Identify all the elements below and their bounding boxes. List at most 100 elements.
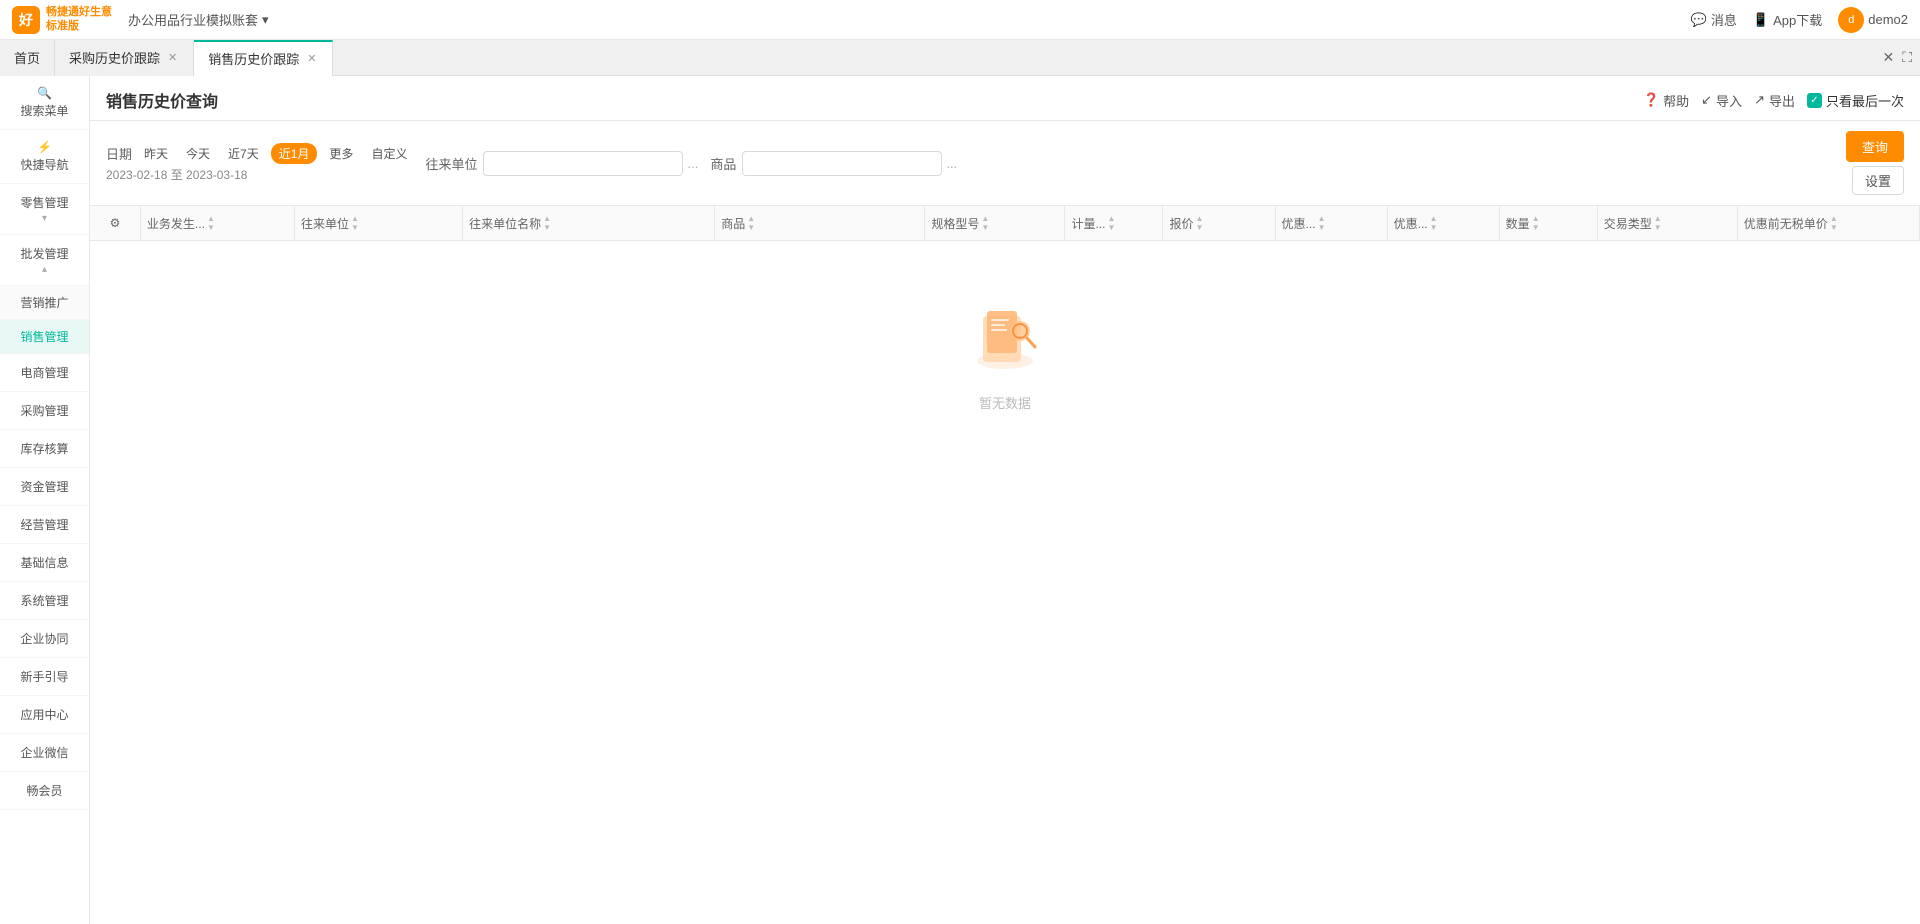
sidebar-item-sales-mgmt[interactable]: 销售管理	[0, 320, 89, 354]
tab-purchase-history[interactable]: 采购历史价跟踪 ✕	[55, 40, 194, 76]
date-btn-1month[interactable]: 近1月	[271, 143, 318, 164]
app-download-button[interactable]: 📱 App下载	[1753, 10, 1822, 29]
tab-home[interactable]: 首页	[0, 40, 55, 76]
help-button[interactable]: ❓ 帮助	[1643, 91, 1689, 110]
col-discount2[interactable]: 优惠... ▲▼	[1387, 206, 1499, 241]
sidebar-item-wechat[interactable]: 企业微信	[0, 734, 89, 772]
col-goods[interactable]: 商品 ▲▼	[715, 206, 925, 241]
fullscreen-icon[interactable]: ⛶	[1902, 49, 1912, 66]
only-last-checkbox[interactable]: ✓ 只看最后一次	[1807, 91, 1904, 110]
close-all-icon[interactable]: ✕	[1882, 49, 1894, 66]
col-qty[interactable]: 数量 ▲▼	[1499, 206, 1597, 241]
sidebar-item-finance[interactable]: 资金管理	[0, 468, 89, 506]
filter-date-area: 日期 昨天 今天 近7天 近1月 更多 自定义 2023-02-18 至 202…	[106, 143, 413, 183]
col-partner-code[interactable]: 往来单位 ▲▼	[295, 206, 463, 241]
sidebar-item-guide[interactable]: 新手引导	[0, 658, 89, 696]
tab-close-purchase[interactable]: ✕	[166, 49, 179, 66]
filter-right: 查询 设置	[1846, 131, 1904, 195]
col-pretax-price[interactable]: 优惠前无税单价 ▲▼	[1737, 206, 1919, 241]
sidebar-item-purchase[interactable]: 采购管理	[0, 392, 89, 430]
sidebar-item-wholesale[interactable]: 批发管理 ▴	[0, 235, 89, 286]
partner-input-area: ...	[483, 151, 698, 176]
col-price[interactable]: 报价 ▲▼	[1163, 206, 1275, 241]
goods-input[interactable]	[742, 151, 942, 176]
sort-arrows: ▲▼	[1654, 214, 1662, 232]
sidebar-item-ecommerce[interactable]: 电商管理	[0, 354, 89, 392]
sidebar-item-operations[interactable]: 经营管理	[0, 506, 89, 544]
help-icon: ❓	[1643, 92, 1659, 108]
col-discount1[interactable]: 优惠... ▲▼	[1275, 206, 1387, 241]
main-layout: 🔍 搜索菜单 ⚡ 快捷导航 零售管理 ▾ 批发管理 ▴ 营销推广 销售管理 电商…	[0, 76, 1920, 924]
goods-input-area: ...	[742, 151, 957, 176]
date-btn-custom[interactable]: 自定义	[365, 143, 413, 164]
tab-bar: 首页 采购历史价跟踪 ✕ 销售历史价跟踪 ✕ ✕ ⛶	[0, 40, 1920, 76]
sort-arrows: ▲▼	[207, 214, 215, 232]
top-bar-right: 💬 消息 📱 App下载 d demo2	[1691, 7, 1908, 33]
export-button[interactable]: ↗ 导出	[1754, 91, 1795, 110]
sidebar-item-search-menu[interactable]: 🔍 搜索菜单	[0, 76, 89, 130]
col-trade-type[interactable]: 交易类型 ▲▼	[1597, 206, 1737, 241]
col-partner-name[interactable]: 往来单位名称 ▲▼	[463, 206, 715, 241]
date-btn-today[interactable]: 今天	[180, 143, 216, 164]
top-bar: 好 畅捷通好生意 标准版 办公用品行业模拟账套 ▾ 💬 消息 📱 App下载 d…	[0, 0, 1920, 40]
avatar: d	[1838, 7, 1864, 33]
sort-arrows: ▲▼	[981, 214, 989, 232]
col-biz-date[interactable]: 业务发生... ▲▼	[140, 206, 294, 241]
logo-area: 好 畅捷通好生意 标准版	[12, 6, 112, 34]
sidebar-item-app-center[interactable]: 应用中心	[0, 696, 89, 734]
sort-arrows: ▲▼	[1532, 214, 1540, 232]
header-actions: ❓ 帮助 ↙ 导入 ↗ 导出 ✓ 只看最后一次	[1643, 91, 1904, 110]
page-title: 销售历史价查询	[106, 88, 218, 112]
checkbox-checked-icon: ✓	[1807, 93, 1822, 108]
chevron-up-icon: ▴	[42, 264, 47, 275]
logo-text: 畅捷通好生意 标准版	[46, 6, 112, 32]
goods-dots[interactable]: ...	[946, 156, 957, 171]
date-filter-group: 日期 昨天 今天 近7天 近1月 更多 自定义	[106, 143, 413, 164]
sidebar-item-quick-nav[interactable]: ⚡ 快捷导航	[0, 130, 89, 184]
empty-state: 暂无数据	[90, 241, 1920, 472]
message-button[interactable]: 💬 消息	[1691, 10, 1737, 29]
data-table: ⚙ 业务发生... ▲▼ 往来单位 ▲▼	[90, 206, 1920, 241]
tab-bar-right: ✕ ⛶	[1882, 49, 1920, 66]
user-menu[interactable]: d demo2	[1838, 7, 1908, 33]
message-icon: 💬	[1691, 12, 1707, 28]
top-bar-left: 好 畅捷通好生意 标准版 办公用品行业模拟账套 ▾	[12, 6, 277, 34]
sidebar-item-basic-info[interactable]: 基础信息	[0, 544, 89, 582]
chevron-down-icon: ▾	[42, 213, 47, 224]
search-icon: 🔍	[37, 86, 52, 100]
sort-arrows: ▲▼	[543, 214, 551, 232]
settings-button[interactable]: 设置	[1852, 166, 1904, 195]
chevron-down-icon: ▾	[262, 12, 269, 28]
page-header: 销售历史价查询 ❓ 帮助 ↙ 导入 ↗ 导出 ✓ 只看最后一次	[90, 76, 1920, 121]
sort-arrows: ▲▼	[1830, 214, 1838, 232]
sidebar: 🔍 搜索菜单 ⚡ 快捷导航 零售管理 ▾ 批发管理 ▴ 营销推广 销售管理 电商…	[0, 76, 90, 924]
sidebar-item-enterprise[interactable]: 企业协同	[0, 620, 89, 658]
sidebar-item-marketing[interactable]: 营销推广	[0, 286, 89, 320]
tab-sales-history[interactable]: 销售历史价跟踪 ✕	[194, 40, 333, 76]
goods-filter-group: 商品 ...	[710, 151, 957, 176]
col-gear[interactable]: ⚙	[90, 206, 140, 241]
import-button[interactable]: ↙ 导入	[1701, 91, 1742, 110]
sidebar-item-member[interactable]: 畅会员	[0, 772, 89, 810]
date-btn-more[interactable]: 更多	[323, 143, 359, 164]
gear-icon[interactable]: ⚙	[110, 216, 121, 230]
app-selector[interactable]: 办公用品行业模拟账套 ▾	[120, 10, 277, 29]
partner-input[interactable]	[483, 151, 683, 176]
query-button[interactable]: 查询	[1846, 131, 1904, 162]
partner-dots[interactable]: ...	[687, 156, 698, 171]
tab-close-sales[interactable]: ✕	[305, 50, 318, 67]
col-unit[interactable]: 计量... ▲▼	[1065, 206, 1163, 241]
import-icon: ↙	[1701, 92, 1712, 108]
partner-filter-group: 往来单位 ...	[425, 151, 698, 176]
sidebar-item-system[interactable]: 系统管理	[0, 582, 89, 620]
date-btn-7days[interactable]: 近7天	[222, 143, 265, 164]
date-btn-yesterday[interactable]: 昨天	[138, 143, 174, 164]
filter-bar: 日期 昨天 今天 近7天 近1月 更多 自定义 2023-02-18 至 202…	[90, 121, 1920, 206]
nav-icon: ⚡	[37, 140, 52, 154]
col-spec[interactable]: 规格型号 ▲▼	[925, 206, 1065, 241]
sort-arrows: ▲▼	[1107, 214, 1115, 232]
sort-arrows: ▲▼	[351, 214, 359, 232]
sidebar-item-retail[interactable]: 零售管理 ▾	[0, 184, 89, 235]
download-icon: 📱	[1753, 12, 1769, 28]
sidebar-item-inventory[interactable]: 库存核算	[0, 430, 89, 468]
